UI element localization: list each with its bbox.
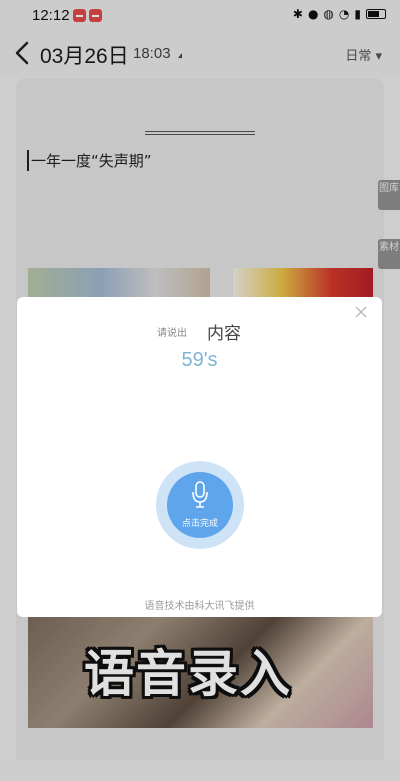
countdown-timer: 59's (181, 349, 218, 371)
prompt-title: 内容 (207, 324, 241, 344)
close-icon[interactable] (354, 305, 368, 319)
provider-credit: 语音技术由科大讯飞提供 (144, 601, 255, 612)
record-button-inner[interactable]: 点击完成 (167, 472, 233, 538)
prompt-hint: 请说出 (157, 328, 187, 339)
record-button[interactable]: 点击完成 (156, 461, 244, 549)
voice-input-dialog: 请说出 内容 59's 点击完成 语音技术由科大讯飞提供 (17, 297, 382, 617)
microphone-icon (192, 481, 208, 508)
finish-label: 点击完成 (181, 519, 218, 529)
